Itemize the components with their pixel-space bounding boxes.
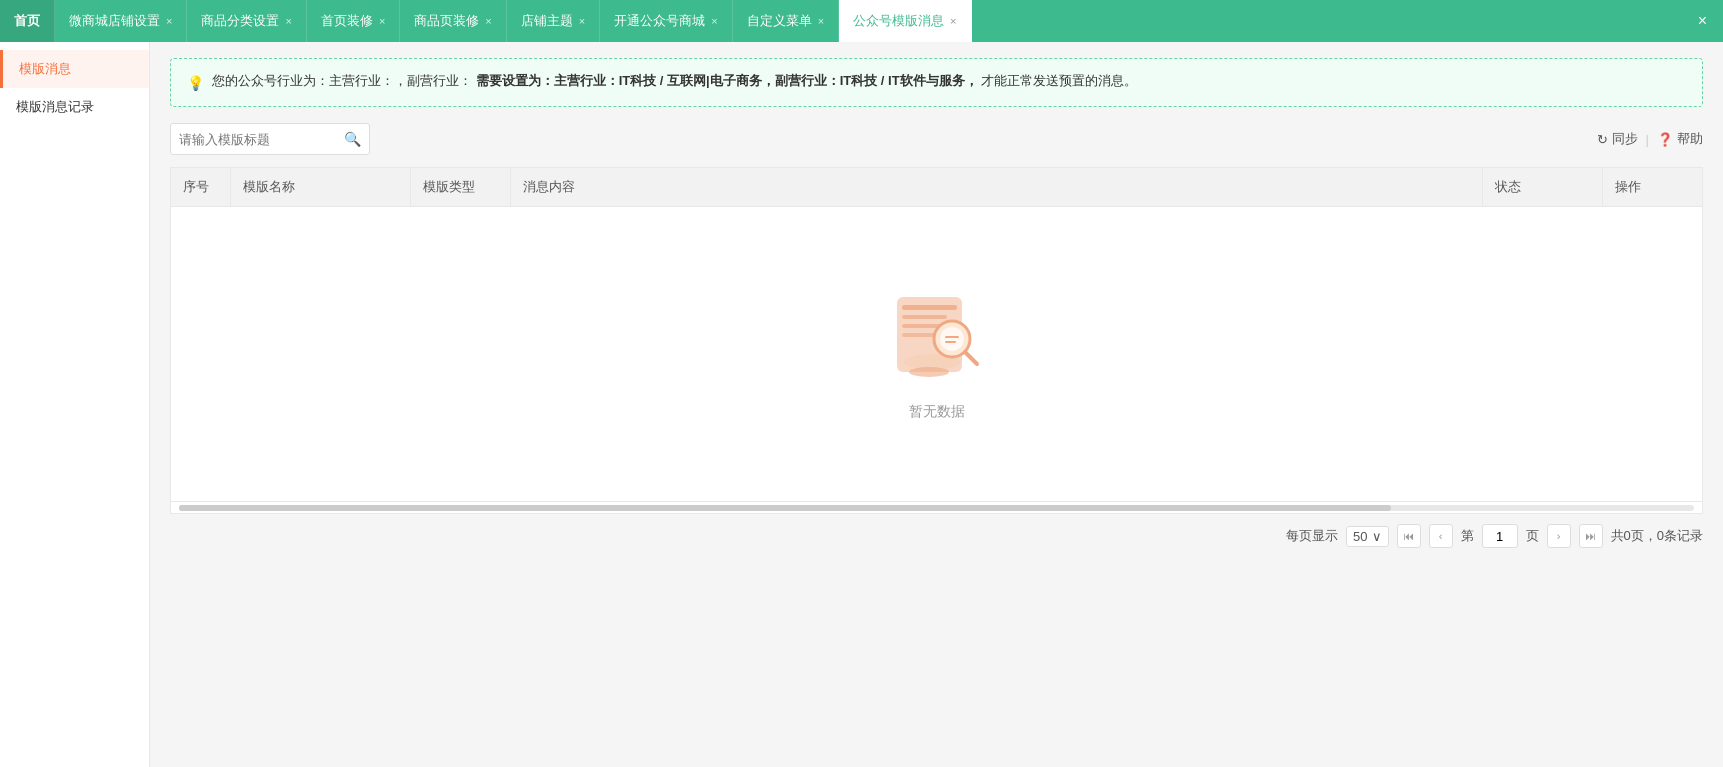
sync-icon: ↻: [1597, 132, 1608, 147]
nav-tab-custom-menu-close[interactable]: ×: [818, 15, 824, 27]
empty-state-row: 暂无数据: [171, 207, 1703, 502]
prev-page-button[interactable]: ‹: [1429, 524, 1453, 548]
next-page-button[interactable]: ›: [1547, 524, 1571, 548]
col-header-type: 模版类型: [411, 168, 511, 207]
nav-tab-home-label: 首页: [14, 12, 40, 30]
sync-label: 同步: [1612, 130, 1638, 148]
nav-tab-store-theme-close[interactable]: ×: [579, 15, 585, 27]
last-page-button[interactable]: ⏭: [1579, 524, 1603, 548]
first-page-icon: ⏮: [1403, 530, 1414, 542]
notice-suffix: 才能正常发送预置的消息。: [981, 73, 1137, 88]
nav-tab-custom-menu-label: 自定义菜单: [747, 12, 812, 30]
search-box: 🔍: [170, 123, 370, 155]
nav-tab-template-msg[interactable]: 公众号模版消息 ×: [839, 0, 971, 42]
svg-rect-3: [902, 315, 947, 319]
nav-tab-homepage-decor-close[interactable]: ×: [379, 15, 385, 27]
nav-tab-template-msg-close[interactable]: ×: [950, 15, 956, 27]
page-size-value: 50: [1353, 529, 1367, 544]
notice-highlight: 需要设置为：主营行业：IT科技 / 互联网|电子商务，副营行业：IT科技 / I…: [476, 73, 978, 88]
nav-tab-custom-menu[interactable]: 自定义菜单 ×: [733, 0, 839, 42]
toolbar-right: ↻ 同步 | ❓ 帮助: [1597, 130, 1703, 148]
empty-state: 暂无数据: [171, 207, 1702, 501]
page-number-input[interactable]: [1482, 524, 1518, 548]
last-page-icon: ⏭: [1585, 530, 1596, 542]
svg-rect-2: [902, 305, 957, 310]
nav-tab-store-theme[interactable]: 店铺主题 ×: [507, 0, 600, 42]
nav-tab-template-msg-label: 公众号模版消息: [853, 12, 944, 30]
empty-text: 暂无数据: [171, 403, 1702, 421]
horizontal-scrollbar[interactable]: [170, 502, 1703, 514]
top-nav-bar: 首页 微商城店铺设置 × 商品分类设置 × 首页装修 × 商品页装修 × 店铺主…: [0, 0, 1723, 42]
sidebar-item-template-msg-record[interactable]: 模版消息记录: [0, 88, 149, 126]
search-input[interactable]: [179, 132, 344, 147]
table-header-row: 序号 模版名称 模版类型 消息内容 状态 操作: [171, 168, 1703, 207]
nav-tab-store-theme-label: 店铺主题: [521, 12, 573, 30]
nav-tab-product-category-label: 商品分类设置: [201, 12, 279, 30]
nav-tab-wechat-shop[interactable]: 微商城店铺设置 ×: [55, 0, 187, 42]
nav-tab-homepage-decor-label: 首页装修: [321, 12, 373, 30]
empty-illustration: [877, 267, 997, 387]
sidebar-item-template-msg[interactable]: 模版消息: [0, 50, 149, 88]
data-table: 序号 模版名称 模版类型 消息内容 状态 操作: [170, 167, 1703, 502]
notice-text: 您的公众号行业为：主营行业：，副营行业： 需要设置为：主营行业：IT科技 / 互…: [212, 71, 1137, 92]
nav-tab-open-public-mall[interactable]: 开通公众号商城 ×: [600, 0, 732, 42]
notice-icon: 💡: [187, 72, 204, 94]
nav-tab-product-page-decor[interactable]: 商品页装修 ×: [400, 0, 506, 42]
col-header-content: 消息内容: [511, 168, 1483, 207]
svg-point-6: [909, 367, 949, 377]
prev-page-icon: ‹: [1439, 530, 1443, 542]
toolbar: 🔍 ↻ 同步 | ❓ 帮助: [170, 123, 1703, 155]
notice-banner: 💡 您的公众号行业为：主营行业：，副营行业： 需要设置为：主营行业：IT科技 /…: [170, 58, 1703, 107]
page-suffix: 页: [1526, 527, 1539, 545]
col-header-status: 状态: [1483, 168, 1603, 207]
page-label: 第: [1461, 527, 1474, 545]
next-page-icon: ›: [1557, 530, 1561, 542]
col-header-action: 操作: [1603, 168, 1703, 207]
nav-tab-wechat-shop-close[interactable]: ×: [166, 15, 172, 27]
sidebar-item-template-msg-label: 模版消息: [19, 61, 71, 76]
main-layout: 模版消息 模版消息记录 💡 您的公众号行业为：主营行业：，副营行业： 需要设置为…: [0, 42, 1723, 767]
svg-point-8: [940, 327, 964, 351]
scrollbar-thumb[interactable]: [179, 505, 1391, 511]
help-icon: ❓: [1657, 132, 1673, 147]
svg-line-9: [965, 352, 977, 364]
nav-tab-product-category[interactable]: 商品分类设置 ×: [187, 0, 306, 42]
nav-tab-product-category-close[interactable]: ×: [285, 15, 291, 27]
nav-tab-open-public-mall-close[interactable]: ×: [711, 15, 717, 27]
sidebar: 模版消息 模版消息记录: [0, 42, 150, 767]
col-header-seq: 序号: [171, 168, 231, 207]
toolbar-divider: |: [1646, 132, 1649, 147]
total-info: 共0页，0条记录: [1611, 527, 1703, 545]
search-icon[interactable]: 🔍: [344, 131, 361, 147]
nav-tab-product-page-decor-label: 商品页装修: [414, 12, 479, 30]
nav-tab-homepage-decor[interactable]: 首页装修 ×: [307, 0, 400, 42]
chevron-down-icon: ∨: [1372, 529, 1382, 544]
nav-tab-home[interactable]: 首页: [0, 0, 55, 42]
nav-tab-open-public-mall-label: 开通公众号商城: [614, 12, 705, 30]
content-area: 💡 您的公众号行业为：主营行业：，副营行业： 需要设置为：主营行业：IT科技 /…: [150, 42, 1723, 767]
sync-button[interactable]: ↻ 同步: [1597, 130, 1638, 148]
col-header-name: 模版名称: [231, 168, 411, 207]
notice-prefix: 您的公众号行业为：主营行业：，副营行业：: [212, 73, 472, 88]
help-label: 帮助: [1677, 130, 1703, 148]
per-page-label: 每页显示: [1286, 527, 1338, 545]
scrollbar-track: [179, 505, 1694, 511]
page-size-select[interactable]: 50 ∨: [1346, 526, 1388, 547]
empty-icon-svg: [877, 267, 997, 387]
global-close-button[interactable]: ×: [1682, 12, 1723, 30]
nav-tab-product-page-decor-close[interactable]: ×: [485, 15, 491, 27]
first-page-button[interactable]: ⏮: [1397, 524, 1421, 548]
sidebar-item-template-msg-record-label: 模版消息记录: [16, 99, 94, 114]
nav-tab-wechat-shop-label: 微商城店铺设置: [69, 12, 160, 30]
pagination: 每页显示 50 ∨ ⏮ ‹ 第 页 › ⏭ 共0页，0条记录: [170, 514, 1703, 558]
help-button[interactable]: ❓ 帮助: [1657, 130, 1703, 148]
